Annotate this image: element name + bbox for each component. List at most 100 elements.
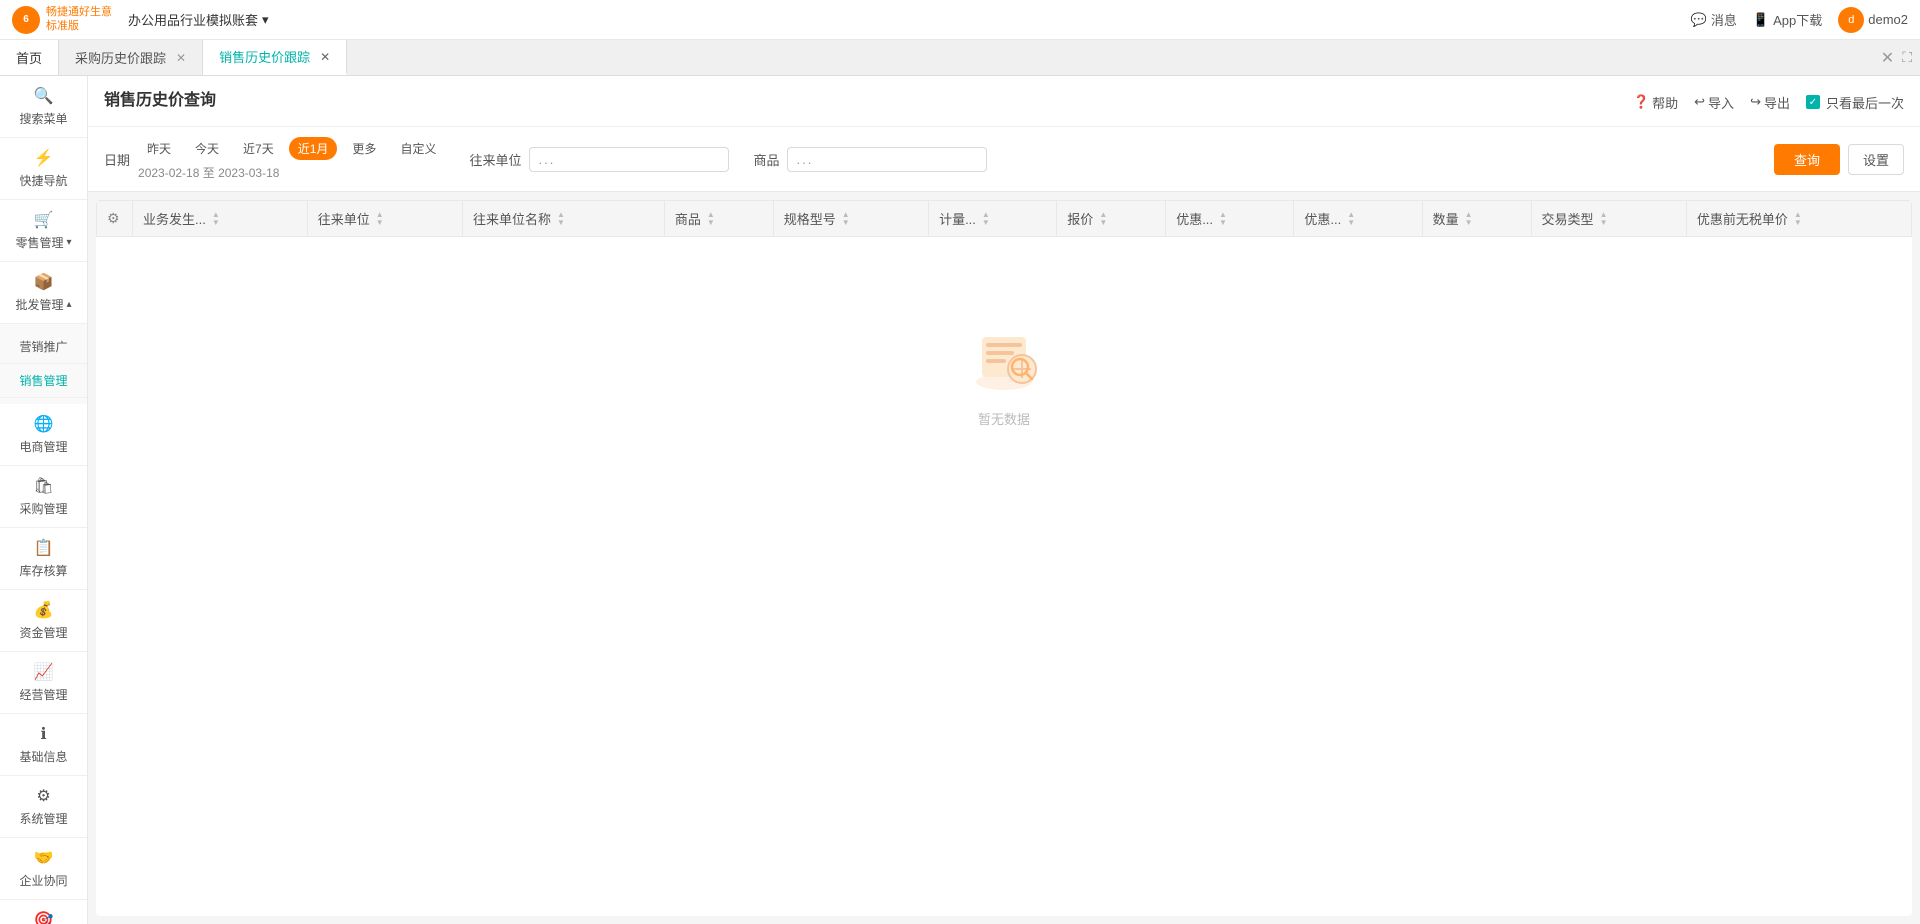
message-button[interactable]: 💬 消息 bbox=[1691, 10, 1737, 29]
data-table: ⚙ 业务发生... ▲▼ 往来单位 ▲▼ bbox=[96, 200, 1912, 508]
filter-area: 日期 昨天 今天 近7天 近1月 更多 自定义 2023-02-18 至 202… bbox=[88, 127, 1920, 192]
th-trade-type[interactable]: 交易类型 ▲▼ bbox=[1531, 201, 1686, 237]
sidebar-item-sys-mgmt[interactable]: ⚙ 系统管理 bbox=[0, 776, 87, 838]
product-input[interactable]: ... bbox=[787, 147, 987, 172]
topbar-right: 💬 消息 📱 App下载 d demo2 bbox=[1691, 7, 1908, 33]
tab-sales-history[interactable]: 销售历史价跟踪 ✕ bbox=[203, 40, 347, 75]
sort-partner-name-icon: ▲▼ bbox=[557, 211, 565, 227]
th-quote[interactable]: 报价 ▲▼ bbox=[1057, 201, 1166, 237]
logo-icon: 6 bbox=[12, 6, 40, 34]
date-btn-7days[interactable]: 近7天 bbox=[234, 137, 283, 160]
product-input-placeholder: ... bbox=[796, 152, 813, 167]
wholesale-submenu: 营销推广 销售管理 bbox=[0, 324, 87, 404]
maximize-button[interactable]: ⛶ bbox=[1902, 49, 1912, 66]
th-partner-name[interactable]: 往来单位名称 ▲▼ bbox=[463, 201, 665, 237]
sort-product-icon: ▲▼ bbox=[707, 211, 715, 227]
logo-text: 畅捷通好生意 标准版 bbox=[46, 6, 112, 32]
sort-trade-type-icon: ▲▼ bbox=[1600, 211, 1608, 227]
date-options-block: 昨天 今天 近7天 近1月 更多 自定义 2023-02-18 至 2023-0… bbox=[138, 137, 445, 181]
date-filter-label: 日期 bbox=[104, 150, 130, 169]
main-layout: 🔍 搜索菜单 ⚡ 快捷导航 🛒 零售管理 ▾ 📦 批发管理 ▴ 营销推广 bbox=[0, 76, 1920, 924]
import-button[interactable]: ↩ 导入 bbox=[1694, 93, 1734, 112]
sidebar-item-retail-mgmt[interactable]: 🛒 零售管理 ▾ bbox=[0, 200, 87, 262]
close-purchase-history-tab[interactable]: ✕ bbox=[176, 51, 186, 65]
guide-icon: 🎯 bbox=[34, 910, 54, 924]
logo-area: 6 畅捷通好生意 标准版 bbox=[12, 6, 112, 34]
sort-unit-icon: ▲▼ bbox=[982, 211, 990, 227]
settings-button[interactable]: 设置 bbox=[1848, 144, 1904, 175]
tabbar-actions: ✕ ⛶ bbox=[1873, 40, 1920, 75]
tab-purchase-history[interactable]: 采购历史价跟踪 ✕ bbox=[59, 40, 203, 75]
table-header-row: ⚙ 业务发生... ▲▼ 往来单位 ▲▼ bbox=[97, 201, 1912, 237]
th-pre-tax[interactable]: 优惠前无税单价 ▲▼ bbox=[1686, 201, 1911, 237]
th-discount2[interactable]: 优惠... ▲▼ bbox=[1294, 201, 1422, 237]
th-discount1[interactable]: 优惠... ▲▼ bbox=[1166, 201, 1294, 237]
sidebar-item-inventory[interactable]: 📋 库存核算 bbox=[0, 528, 87, 590]
page-header: 销售历史价查询 ❓ 帮助 ↩ 导入 ↪ 导出 ✓ 只 bbox=[88, 76, 1920, 127]
date-range-display: 2023-02-18 至 2023-03-18 bbox=[138, 164, 445, 181]
date-btn-1month[interactable]: 近1月 bbox=[289, 137, 338, 160]
page-title: 销售历史价查询 bbox=[104, 86, 216, 118]
chevron-up-icon: ▴ bbox=[66, 299, 71, 310]
query-button[interactable]: 查询 bbox=[1774, 144, 1840, 175]
sidebar-item-sales-mgmt[interactable]: 销售管理 bbox=[0, 364, 87, 398]
sidebar-item-quick-nav[interactable]: ⚡ 快捷导航 bbox=[0, 138, 87, 200]
close-sales-history-tab[interactable]: ✕ bbox=[320, 50, 330, 64]
date-btn-today[interactable]: 今天 bbox=[186, 137, 228, 160]
product-filter-block: 商品 ... bbox=[753, 147, 987, 172]
th-spec[interactable]: 规格型号 ▲▼ bbox=[773, 201, 928, 237]
app-selector[interactable]: 办公用品行业模拟账套 ▾ bbox=[120, 10, 277, 29]
sys-icon: ⚙ bbox=[36, 786, 50, 806]
help-icon: ❓ bbox=[1633, 94, 1649, 110]
inventory-icon: 📋 bbox=[34, 538, 54, 558]
sidebar-item-guide[interactable]: 🎯 新手引导 bbox=[0, 900, 87, 924]
content-area: 销售历史价查询 ❓ 帮助 ↩ 导入 ↪ 导出 ✓ 只 bbox=[88, 76, 1920, 924]
sidebar-item-basic-info[interactable]: ℹ 基础信息 bbox=[0, 714, 87, 776]
sidebar-item-search-menu[interactable]: 🔍 搜索菜单 bbox=[0, 76, 87, 138]
date-options-row: 昨天 今天 近7天 近1月 更多 自定义 bbox=[138, 137, 445, 160]
product-filter-label: 商品 bbox=[753, 150, 779, 169]
empty-state: 暂无数据 bbox=[97, 237, 1912, 508]
sort-quote-icon: ▲▼ bbox=[1099, 211, 1107, 227]
export-icon: ↪ bbox=[1750, 94, 1761, 110]
checkmark-icon: ✓ bbox=[1809, 97, 1817, 108]
user-menu[interactable]: d demo2 bbox=[1838, 7, 1908, 33]
export-button[interactable]: ↪ 导出 bbox=[1750, 93, 1790, 112]
help-button[interactable]: ❓ 帮助 bbox=[1633, 93, 1678, 112]
sidebar-item-enterprise[interactable]: 🤝 企业协同 bbox=[0, 838, 87, 900]
close-all-tabs-button[interactable]: ✕ bbox=[1881, 48, 1894, 68]
th-partner-code[interactable]: 往来单位 ▲▼ bbox=[307, 201, 462, 237]
column-settings-icon[interactable]: ⚙ bbox=[107, 210, 120, 226]
app-name: 办公用品行业模拟账套 bbox=[128, 10, 258, 29]
sidebar-item-finance-mgmt[interactable]: 💰 资金管理 bbox=[0, 590, 87, 652]
only-last-checkbox-area[interactable]: ✓ 只看最后一次 bbox=[1806, 93, 1904, 112]
partner-input[interactable]: ... bbox=[529, 147, 729, 172]
th-product[interactable]: 商品 ▲▼ bbox=[664, 201, 773, 237]
date-btn-custom[interactable]: 自定义 bbox=[391, 137, 445, 160]
empty-icon bbox=[964, 317, 1044, 397]
download-icon: 📱 bbox=[1753, 12, 1769, 28]
sort-spec-icon: ▲▼ bbox=[842, 211, 850, 227]
sidebar-item-purchase-mgmt[interactable]: 🛍 采购管理 bbox=[0, 466, 87, 528]
empty-text: 暂无数据 bbox=[978, 409, 1030, 428]
sidebar-item-ops-mgmt[interactable]: 📈 经营管理 bbox=[0, 652, 87, 714]
tabbar: 首页 采购历史价跟踪 ✕ 销售历史价跟踪 ✕ ✕ ⛶ bbox=[0, 40, 1920, 76]
sidebar-item-marketing[interactable]: 营销推广 bbox=[0, 330, 87, 364]
avatar: d bbox=[1838, 7, 1864, 33]
th-biz-date[interactable]: 业务发生... ▲▼ bbox=[133, 201, 308, 237]
date-btn-more[interactable]: 更多 bbox=[343, 137, 385, 160]
app-download-button[interactable]: 📱 App下载 bbox=[1753, 10, 1822, 29]
tab-home[interactable]: 首页 bbox=[0, 40, 59, 75]
action-buttons: 查询 设置 bbox=[1774, 144, 1904, 175]
sidebar-item-ecommerce-mgmt[interactable]: 🌐 电商管理 bbox=[0, 404, 87, 466]
sidebar-item-wholesale-mgmt[interactable]: 📦 批发管理 ▴ bbox=[0, 262, 87, 324]
search-icon: 🔍 bbox=[34, 86, 54, 106]
date-btn-yesterday[interactable]: 昨天 bbox=[138, 137, 180, 160]
th-unit[interactable]: 计量... ▲▼ bbox=[929, 201, 1057, 237]
ecommerce-icon: 🌐 bbox=[34, 414, 54, 434]
finance-icon: 💰 bbox=[34, 600, 54, 620]
only-last-checkbox[interactable]: ✓ bbox=[1806, 95, 1820, 109]
th-qty[interactable]: 数量 ▲▼ bbox=[1422, 201, 1531, 237]
partner-filter-label: 往来单位 bbox=[469, 150, 521, 169]
date-filter-block: 日期 昨天 今天 近7天 近1月 更多 自定义 2023-02-18 至 202… bbox=[104, 137, 445, 181]
